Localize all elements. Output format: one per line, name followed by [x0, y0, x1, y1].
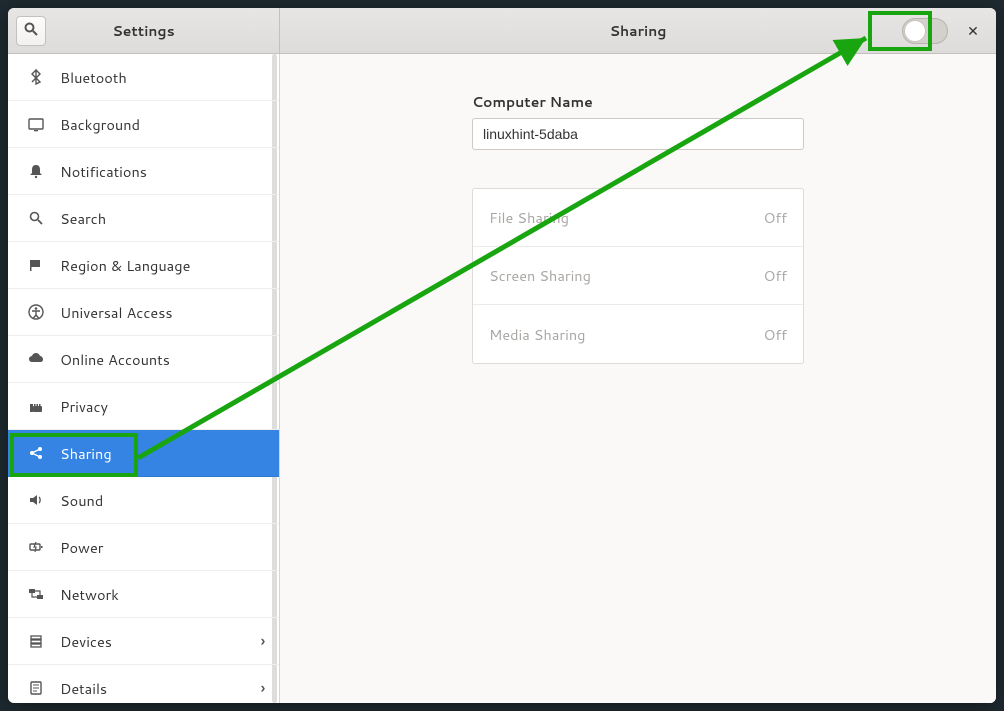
- toggle-knob: [904, 20, 926, 42]
- titlebar-right: Sharing ✕: [280, 8, 996, 53]
- sidebar-item-label: Devices: [60, 631, 261, 652]
- online-accounts-icon: [26, 349, 46, 369]
- settings-window: Settings Sharing ✕ Bluetooth Background No…: [8, 8, 996, 703]
- sidebar-item-label: Background: [60, 114, 265, 135]
- chevron-right-icon: ›: [261, 678, 265, 698]
- sharing-row-label: Screen Sharing: [489, 265, 591, 286]
- sidebar-item-label: Power: [60, 537, 265, 558]
- sharing-services-list: File SharingOffScreen SharingOffMedia Sh…: [472, 188, 804, 364]
- computer-name-section: Computer Name File SharingOffScreen Shar…: [472, 92, 804, 364]
- sidebar-item-label: Universal Access: [60, 302, 265, 323]
- window-body: Bluetooth Background Notifications Search Re…: [8, 54, 996, 703]
- region-language-icon: [26, 255, 46, 275]
- sharing-icon: [26, 443, 46, 463]
- sidebar-item-label: Details: [60, 678, 261, 699]
- sidebar-item-power[interactable]: Power: [8, 524, 279, 571]
- sidebar-item-sound[interactable]: Sound: [8, 477, 279, 524]
- power-icon: [26, 537, 46, 557]
- computer-name-label: Computer Name: [472, 92, 804, 112]
- panel-title: Sharing: [280, 21, 996, 41]
- titlebar-left: Settings: [8, 8, 280, 53]
- sidebar-item-label: Privacy: [60, 396, 265, 417]
- sidebar-item-region-language[interactable]: Region & Language: [8, 242, 279, 289]
- notifications-icon: [26, 161, 46, 181]
- search-icon: [26, 208, 46, 228]
- sidebar: Bluetooth Background Notifications Search Re…: [8, 54, 280, 703]
- sidebar-item-sharing[interactable]: Sharing: [8, 430, 279, 477]
- privacy-icon: [26, 396, 46, 416]
- settings-title: Settings: [8, 21, 279, 41]
- universal-access-icon: [26, 302, 46, 322]
- sidebar-item-network[interactable]: Network: [8, 571, 279, 618]
- sharing-row-screen-sharing[interactable]: Screen Sharing Off: [473, 247, 803, 305]
- sidebar-item-bluetooth[interactable]: Bluetooth: [8, 54, 279, 101]
- sidebar-item-label: Notifications: [60, 161, 265, 182]
- sidebar-item-label: Online Accounts: [60, 349, 265, 370]
- bluetooth-icon: [26, 67, 46, 87]
- sidebar-item-devices[interactable]: Devices›: [8, 618, 279, 665]
- sharing-row-media-sharing[interactable]: Media Sharing Off: [473, 305, 803, 363]
- search-icon: [24, 19, 38, 42]
- search-button[interactable]: [16, 16, 46, 46]
- sidebar-item-label: Region & Language: [60, 255, 265, 276]
- sharing-row-status: Off: [763, 324, 787, 345]
- sidebar-item-universal-access[interactable]: Universal Access: [8, 289, 279, 336]
- sound-icon: [26, 490, 46, 510]
- background-icon: [26, 114, 46, 134]
- computer-name-input[interactable]: [472, 118, 804, 150]
- close-icon: ✕: [967, 21, 979, 41]
- sidebar-item-search[interactable]: Search: [8, 195, 279, 242]
- details-icon: [26, 678, 46, 698]
- sidebar-item-details[interactable]: Details›: [8, 665, 279, 703]
- sharing-row-status: Off: [763, 265, 787, 286]
- sharing-row-label: Media Sharing: [489, 324, 585, 345]
- devices-icon: [26, 631, 46, 651]
- sidebar-item-label: Sharing: [60, 443, 265, 464]
- sidebar-item-privacy[interactable]: Privacy: [8, 383, 279, 430]
- sidebar-item-label: Sound: [60, 490, 265, 511]
- close-button[interactable]: ✕: [958, 16, 988, 46]
- sidebar-item-online-accounts[interactable]: Online Accounts: [8, 336, 279, 383]
- sharing-master-toggle[interactable]: [902, 18, 948, 44]
- sharing-panel: Computer Name File SharingOffScreen Shar…: [280, 54, 996, 703]
- sidebar-item-background[interactable]: Background: [8, 101, 279, 148]
- sidebar-item-label: Search: [60, 208, 265, 229]
- chevron-right-icon: ›: [261, 631, 265, 651]
- network-icon: [26, 584, 46, 604]
- sharing-row-label: File Sharing: [489, 207, 569, 228]
- sidebar-item-label: Network: [60, 584, 265, 605]
- sidebar-item-label: Bluetooth: [60, 67, 265, 88]
- sharing-row-file-sharing[interactable]: File Sharing Off: [473, 189, 803, 247]
- sharing-row-status: Off: [763, 207, 787, 228]
- sidebar-item-notifications[interactable]: Notifications: [8, 148, 279, 195]
- titlebar: Settings Sharing ✕: [8, 8, 996, 54]
